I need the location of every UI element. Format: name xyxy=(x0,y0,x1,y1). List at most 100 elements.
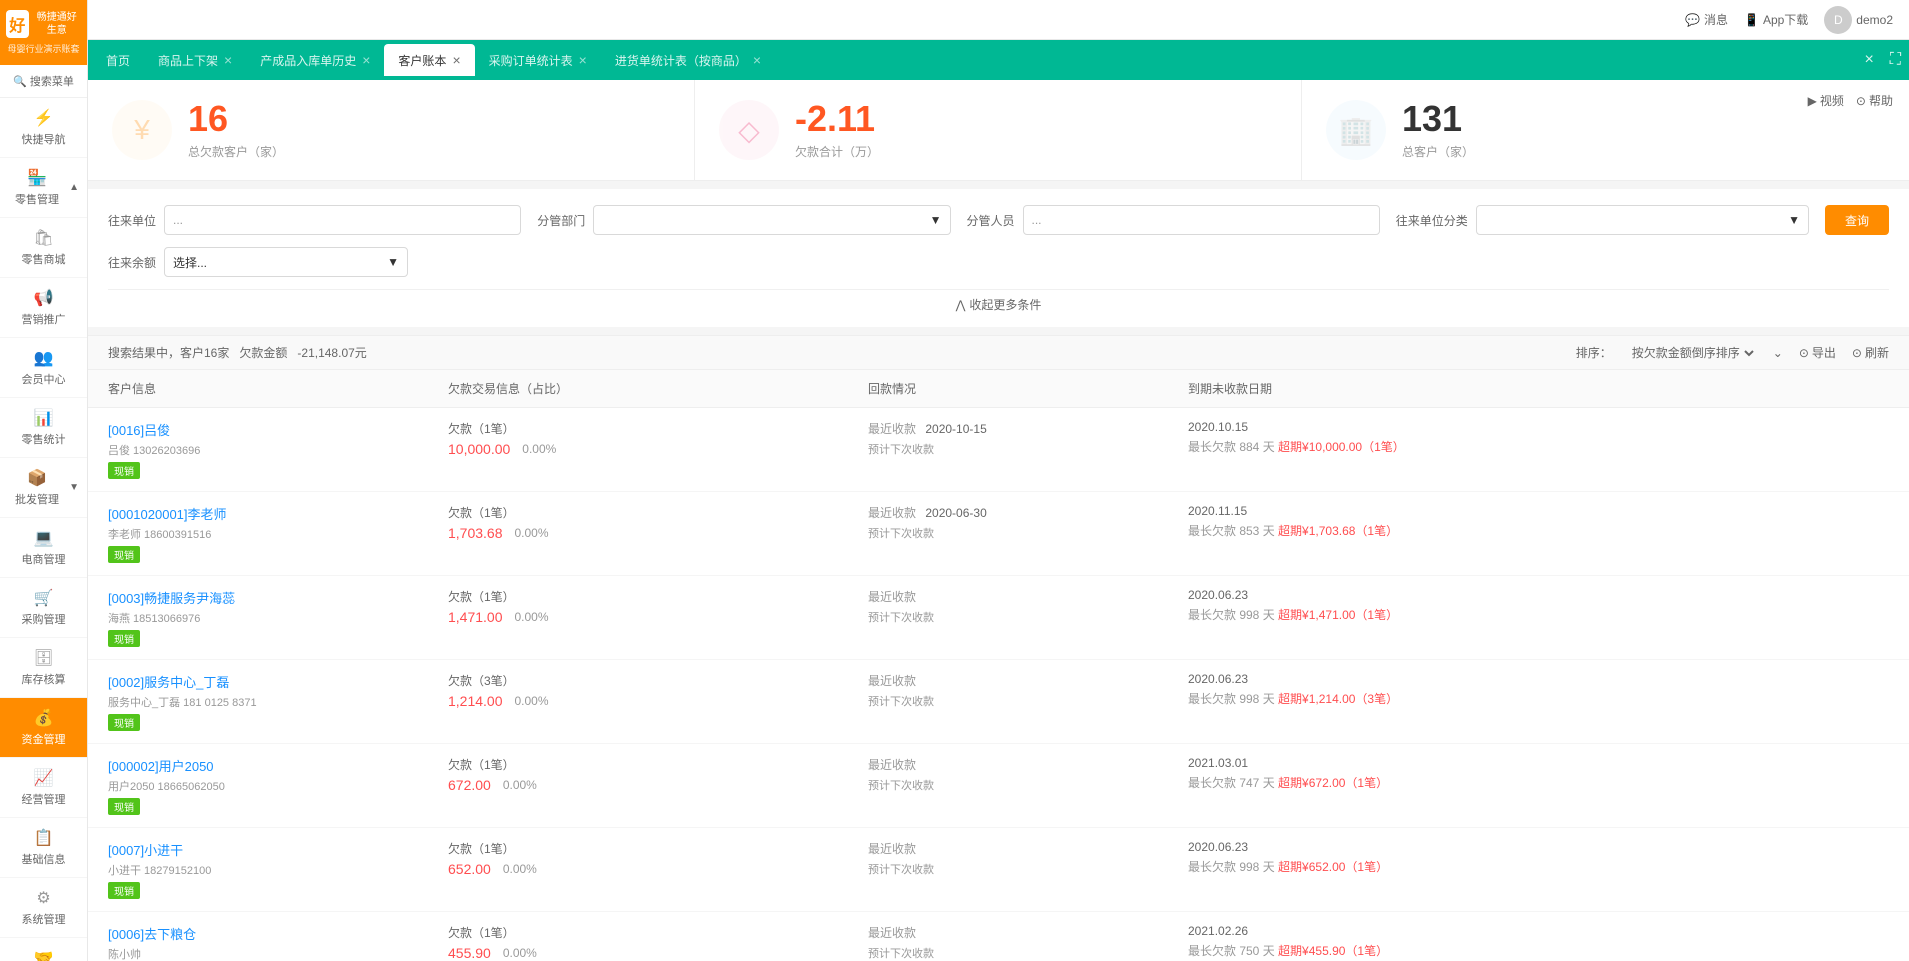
customer-cell-1: [0001020001]李老师 李老师 18600391516 现销 xyxy=(108,504,448,563)
sidebar-item-retail-mgmt[interactable]: 🏪 零售管理 ▲ xyxy=(0,158,87,218)
overdue-link-5[interactable]: 超期¥652.00（1笔） xyxy=(1278,860,1388,874)
tab-purchase-order-close[interactable]: × xyxy=(579,52,587,68)
customer-name-2[interactable]: [0003]畅捷服务尹海蕊 xyxy=(108,588,448,607)
debt-amount-3: 1,214.00 xyxy=(448,693,503,709)
tab-customer-account[interactable]: 客户账本 × xyxy=(384,44,474,76)
fullscreen-btn[interactable]: ⛶ xyxy=(1886,51,1905,69)
sidebar-item-label: 库存核算 xyxy=(22,671,66,687)
help-btn[interactable]: ⊙ 帮助 xyxy=(1856,92,1893,109)
customer-cell-2: [0003]畅捷服务尹海蕊 海燕 18513066976 现销 xyxy=(108,588,448,647)
debt-percent-1: 0.00% xyxy=(515,526,549,540)
expand-arrow-icon2: ▼ xyxy=(69,482,79,493)
sidebar-item-ecom-mgmt[interactable]: 💻 电商管理 xyxy=(0,518,87,578)
tab-products-off-close[interactable]: × xyxy=(224,52,232,68)
customer-tag-4: 现销 xyxy=(108,798,140,815)
customer-name-5[interactable]: [0007]小进干 xyxy=(108,840,448,859)
chevron-sort-icon: ⌄ xyxy=(1773,346,1783,360)
customer-name-6[interactable]: [0006]去下粮仓 xyxy=(108,924,448,943)
retail-mgmt-icon: 🏪 xyxy=(27,168,47,188)
overdue-days-4: 最长欠款 747 天 xyxy=(1188,776,1275,790)
export-btn[interactable]: ⊙ 导出 xyxy=(1799,344,1836,361)
app-logo[interactable]: 好 畅捷通好生意 母婴行业演示账套 xyxy=(0,0,87,65)
person-placeholder: ... xyxy=(1032,213,1042,227)
sidebar-item-basic-info[interactable]: 📋 基础信息 xyxy=(0,818,87,878)
tabs-bar: 首页 商品上下架 × 产成品入库单历史 × 客户账本 × 采购订单统计表 × 进… xyxy=(88,40,1909,80)
balance-placeholder: 选择... xyxy=(173,254,207,271)
refresh-icon: ⊙ xyxy=(1852,346,1862,360)
recovery-info-0: 最近收款 2020-10-15 xyxy=(868,420,1188,437)
stat-overdue-amount-info: -2.11 欠款合计（万） xyxy=(795,101,879,160)
sidebar-item-retail-mall[interactable]: 🛍 零售商城 xyxy=(0,218,87,278)
tab-products-off[interactable]: 商品上下架 × xyxy=(144,44,246,76)
table-row: [0016]吕俊 吕俊 13026203696 现销 欠款（1笔） 10,000… xyxy=(88,408,1909,492)
capital-mgmt-icon: 💰 xyxy=(34,708,54,728)
search-button[interactable]: 查询 xyxy=(1825,205,1889,235)
overdue-cell-4: 2021.03.01 最长欠款 747 天 超期¥672.00（1笔） xyxy=(1188,756,1889,791)
overdue-cell-1-inner: 2020.11.15 最长欠款 853 天 超期¥1,703.68（1笔） xyxy=(1188,504,1889,539)
overdue-link-1[interactable]: 超期¥1,703.68（1笔） xyxy=(1278,524,1398,538)
overdue-date-3: 2020.06.23 xyxy=(1188,672,1889,686)
overdue-link-6[interactable]: 超期¥455.90（1笔） xyxy=(1278,944,1388,958)
customer-name-3[interactable]: [0002]服务中心_丁磊 xyxy=(108,672,448,691)
enterprise-icon: 🤝 xyxy=(34,948,54,961)
collapse-label: 收起更多条件 xyxy=(969,296,1041,313)
total-customers-icon: 🏢 xyxy=(1326,100,1386,160)
close-all-tabs-btn[interactable]: × xyxy=(1860,51,1877,69)
tab-purchase-stats[interactable]: 进货单统计表（按商品） × xyxy=(601,44,775,76)
app-download-icon: 📱 xyxy=(1744,13,1759,27)
overdue-cell-2-inner: 2020.06.23 最长欠款 998 天 超期¥1,471.00（1笔） xyxy=(1188,588,1889,623)
sidebar-item-batch-mgmt[interactable]: 📦 批发管理 ▼ xyxy=(0,458,87,518)
username: demo2 xyxy=(1856,13,1893,27)
sidebar-item-enterprise[interactable]: 🤝 企业协同 xyxy=(0,938,87,961)
recovery-info-2: 最近收款 xyxy=(868,588,1188,605)
table-row: [0002]服务中心_丁磊 服务中心_丁磊 181 0125 8371 现销 欠… xyxy=(88,660,1909,744)
refresh-btn[interactable]: ⊙ 刷新 xyxy=(1852,344,1889,361)
user-menu[interactable]: D demo2 xyxy=(1824,6,1893,34)
department-select[interactable]: ▼ xyxy=(593,205,950,235)
video-btn[interactable]: ▶ 视频 xyxy=(1808,92,1844,109)
recovery-label-0: 最近收款 xyxy=(868,422,916,436)
overdue-days-2: 最长欠款 998 天 xyxy=(1188,608,1275,622)
debt-cell-6: 欠款（1笔） 455.90 0.00% xyxy=(448,924,868,961)
tab-products-history[interactable]: 产成品入库单历史 × xyxy=(246,44,384,76)
sidebar-item-retail-stats[interactable]: 📊 零售统计 xyxy=(0,398,87,458)
category-select[interactable]: ▼ xyxy=(1476,205,1809,235)
overdue-link-2[interactable]: 超期¥1,471.00（1笔） xyxy=(1278,608,1398,622)
tab-products-history-close[interactable]: × xyxy=(362,52,370,68)
customer-name-1[interactable]: [0001020001]李老师 xyxy=(108,504,448,523)
overdue-days-row-0: 最长欠款 884 天 超期¥10,000.00（1笔） xyxy=(1188,438,1889,455)
tab-purchase-stats-close[interactable]: × xyxy=(753,52,761,68)
sidebar-item-member[interactable]: 👥 会员中心 xyxy=(0,338,87,398)
sidebar-item-operation-mgmt[interactable]: 📈 经营管理 xyxy=(0,758,87,818)
overdue-link-4[interactable]: 超期¥672.00（1笔） xyxy=(1278,776,1388,790)
debt-count-4: 欠款（1笔） xyxy=(448,756,868,773)
overdue-link-3[interactable]: 超期¥1,214.00（3笔） xyxy=(1278,692,1398,706)
customer-name-0[interactable]: [0016]吕俊 xyxy=(108,420,448,439)
sidebar-item-marketing[interactable]: 📢 营销推广 xyxy=(0,278,87,338)
balance-select[interactable]: 选择... ▼ xyxy=(164,247,408,277)
overdue-link-0[interactable]: 超期¥10,000.00（1笔） xyxy=(1278,440,1405,454)
sidebar-item-inventory[interactable]: 🗄 库存核算 xyxy=(0,638,87,698)
sidebar-item-label: 经营管理 xyxy=(22,791,66,807)
message-btn[interactable]: 💬 消息 xyxy=(1685,11,1728,28)
sidebar-item-quick-nav[interactable]: ⚡ 快捷导航 xyxy=(0,98,87,158)
sidebar-item-sys-mgmt[interactable]: ⚙ 系统管理 xyxy=(0,878,87,938)
collapse-btn[interactable]: ⋀ 收起更多条件 xyxy=(108,289,1889,319)
logo-icon: 好 xyxy=(6,10,29,38)
source-unit-input[interactable]: ... xyxy=(164,205,521,235)
tab-home[interactable]: 首页 xyxy=(92,44,144,76)
sort-select[interactable]: 按欠款金额倒序排序 xyxy=(1628,345,1757,361)
overdue-days-row-5: 最长欠款 998 天 超期¥652.00（1笔） xyxy=(1188,858,1889,875)
sidebar-search-menu[interactable]: 🔍 搜索菜单 xyxy=(0,65,87,98)
sidebar-item-purchase-mgmt[interactable]: 🛒 采购管理 xyxy=(0,578,87,638)
recovery-info-6: 最近收款 xyxy=(868,924,1188,941)
overdue-cell-2: 2020.06.23 最长欠款 998 天 超期¥1,471.00（1笔） xyxy=(1188,588,1889,623)
filter-category: 往来单位分类 ▼ xyxy=(1396,205,1809,235)
customer-name-4[interactable]: [000002]用户2050 xyxy=(108,756,448,775)
person-input[interactable]: ... xyxy=(1023,205,1380,235)
overdue-days-1: 最长欠款 853 天 xyxy=(1188,524,1275,538)
tab-purchase-order[interactable]: 采购订单统计表 × xyxy=(475,44,601,76)
tab-customer-account-close[interactable]: × xyxy=(452,52,460,68)
sidebar-item-capital-mgmt[interactable]: 💰 资金管理 xyxy=(0,698,87,758)
app-download-btn[interactable]: 📱 App下载 xyxy=(1744,11,1808,28)
